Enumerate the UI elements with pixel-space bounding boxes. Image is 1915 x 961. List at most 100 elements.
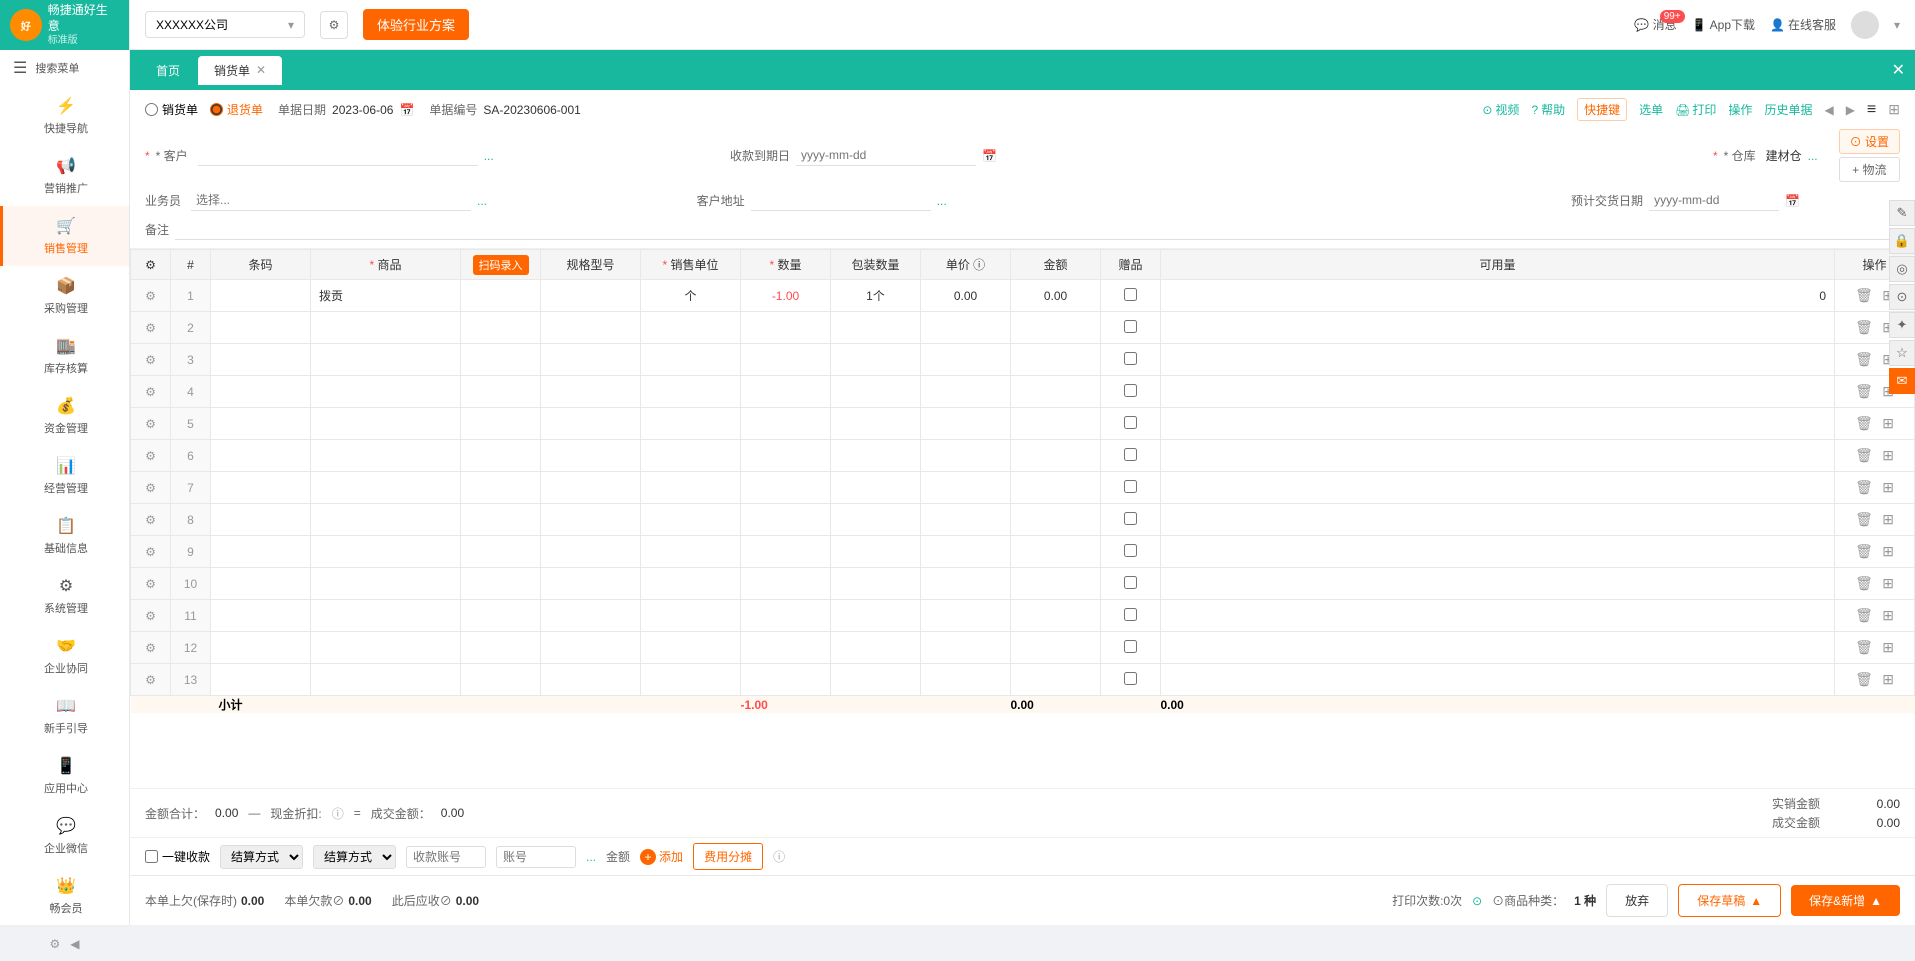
row-unit-12[interactable] — [641, 664, 741, 696]
row-qty-5[interactable] — [741, 440, 831, 472]
row-product-2[interactable] — [311, 344, 461, 376]
row-spec-1[interactable] — [541, 312, 641, 344]
row-price-4[interactable] — [921, 408, 1011, 440]
row-qty-11[interactable] — [741, 632, 831, 664]
sidebar-item-marketing[interactable]: 📢 营销推广 — [0, 146, 129, 206]
settings-button[interactable]: ⚙ — [320, 11, 348, 39]
settlement-method-select[interactable]: 结算方式 — [220, 845, 303, 869]
row-gift-1[interactable] — [1101, 312, 1161, 344]
customer-input[interactable] — [198, 145, 478, 166]
delete-icon-9[interactable]: 🗑 — [1855, 575, 1873, 591]
float-btn-6[interactable]: ☆ — [1889, 340, 1915, 366]
row-price-10[interactable] — [921, 600, 1011, 632]
row-amount-4[interactable] — [1011, 408, 1101, 440]
float-btn-5[interactable]: ✦ — [1889, 312, 1915, 338]
row-product-10[interactable] — [311, 600, 461, 632]
sidebar-collapse-icon[interactable]: ◀ — [70, 937, 79, 951]
row-barcode-1[interactable] — [211, 312, 311, 344]
row-qty-0[interactable]: -1.00 — [741, 280, 831, 312]
row-unit-8[interactable] — [641, 536, 741, 568]
expense-help-icon[interactable]: ⓘ — [773, 848, 785, 865]
row-barcode-3[interactable] — [211, 376, 311, 408]
one-click-payment-checkbox[interactable]: 一键收款 — [145, 848, 210, 865]
row-amount-6[interactable] — [1011, 472, 1101, 504]
sidebar-item-quicknav[interactable]: ⚡ 快捷导航 — [0, 86, 129, 146]
delete-icon-4[interactable]: 🗑 — [1855, 415, 1873, 431]
delete-icon-12[interactable]: 🗑 — [1855, 671, 1873, 687]
sidebar-item-basic[interactable]: 📋 基础信息 — [0, 506, 129, 566]
sidebar-settings-icon[interactable]: ⚙ — [50, 937, 61, 951]
delete-icon-11[interactable]: 🗑 — [1855, 639, 1873, 655]
radio-return[interactable]: 退货单 — [210, 101, 263, 118]
copy-icon-6[interactable]: ⊞ — [1882, 479, 1894, 495]
row-pack-0[interactable]: 1个 — [831, 280, 921, 312]
row-qty-3[interactable] — [741, 376, 831, 408]
row-pack-7[interactable] — [831, 504, 921, 536]
row-pack-10[interactable] — [831, 600, 921, 632]
row-gift-4[interactable] — [1101, 408, 1161, 440]
row-product-7[interactable] — [311, 504, 461, 536]
row-pack-12[interactable] — [831, 664, 921, 696]
row-amount-3[interactable] — [1011, 376, 1101, 408]
sidebar-item-operations[interactable]: 📊 经营管理 — [0, 446, 129, 506]
row-barcode-10[interactable] — [211, 600, 311, 632]
row-gift-7[interactable] — [1101, 504, 1161, 536]
salesperson-dots[interactable]: ... — [477, 194, 487, 208]
row-pack-3[interactable] — [831, 376, 921, 408]
save-draft-button[interactable]: 保存草稿 ▲ — [1678, 884, 1781, 917]
delete-icon-10[interactable]: 🗑 — [1855, 607, 1873, 623]
row-price-7[interactable] — [921, 504, 1011, 536]
row-gift-5[interactable] — [1101, 440, 1161, 472]
sidebar-item-sales[interactable]: 🛒 销售管理 — [0, 206, 129, 266]
delete-icon-2[interactable]: 🗑 — [1855, 351, 1873, 367]
row-product-6[interactable] — [311, 472, 461, 504]
row-spec-3[interactable] — [541, 376, 641, 408]
row-price-3[interactable] — [921, 376, 1011, 408]
row-amount-12[interactable] — [1011, 664, 1101, 696]
delete-icon-5[interactable]: 🗑 — [1855, 447, 1873, 463]
view-grid-icon[interactable]: ⊞ — [1888, 101, 1900, 118]
row-unit-3[interactable] — [641, 376, 741, 408]
account-dots[interactable]: ... — [586, 850, 596, 864]
user-avatar[interactable] — [1851, 11, 1879, 39]
row-product-12[interactable] — [311, 664, 461, 696]
sidebar-item-guide[interactable]: 📖 新手引导 — [0, 686, 129, 746]
copy-icon-10[interactable]: ⊞ — [1882, 607, 1894, 623]
float-btn-3[interactable]: ◎ — [1889, 256, 1915, 282]
nav-prev-icon[interactable]: ◀ — [1824, 103, 1833, 117]
row-amount-8[interactable] — [1011, 536, 1101, 568]
row-unit-6[interactable] — [641, 472, 741, 504]
delete-icon-3[interactable]: 🗑 — [1855, 383, 1873, 399]
action-video[interactable]: ⊙ 视频 — [1482, 101, 1519, 118]
user-menu-icon[interactable]: ▾ — [1894, 18, 1900, 32]
row-barcode-4[interactable] — [211, 408, 311, 440]
trial-button[interactable]: 体验行业方案 — [363, 9, 469, 40]
nav-next-icon[interactable]: ▶ — [1846, 103, 1855, 117]
row-spec-0[interactable] — [541, 280, 641, 312]
account-number-input[interactable] — [496, 846, 576, 868]
message-container[interactable]: 💬 消息 99+ — [1634, 16, 1676, 33]
sidebar-item-wechat[interactable]: 💬 企业微信 — [0, 806, 129, 866]
delivery-date-input[interactable] — [1649, 190, 1779, 211]
copy-icon-4[interactable]: ⊞ — [1882, 415, 1894, 431]
sidebar-item-apps[interactable]: 📱 应用中心 — [0, 746, 129, 806]
row-unit-2[interactable] — [641, 344, 741, 376]
action-shortcut[interactable]: 快捷键 — [1577, 98, 1627, 121]
row-unit-4[interactable] — [641, 408, 741, 440]
action-print[interactable]: 🖨 打印 — [1675, 101, 1716, 118]
row-barcode-12[interactable] — [211, 664, 311, 696]
row-price-8[interactable] — [921, 536, 1011, 568]
sidebar-item-system[interactable]: ⚙ 系统管理 — [0, 566, 129, 626]
float-btn-orange[interactable]: ✉ — [1889, 368, 1915, 394]
action-select[interactable]: 选单 — [1639, 101, 1663, 118]
action-operation[interactable]: 操作 — [1728, 101, 1752, 118]
view-list-icon[interactable]: ≡ — [1867, 101, 1876, 119]
row-qty-4[interactable] — [741, 408, 831, 440]
sidebar-item-search[interactable]: ☰ 搜索菜单 — [0, 50, 129, 86]
row-qty-9[interactable] — [741, 568, 831, 600]
row-price-6[interactable] — [921, 472, 1011, 504]
row-spec-7[interactable] — [541, 504, 641, 536]
scan-enter-button[interactable]: 扫码录入 — [473, 255, 529, 275]
payment-calendar-icon[interactable]: 📅 — [982, 149, 997, 163]
settlement-sub-select[interactable]: 结算方式 — [313, 845, 396, 869]
